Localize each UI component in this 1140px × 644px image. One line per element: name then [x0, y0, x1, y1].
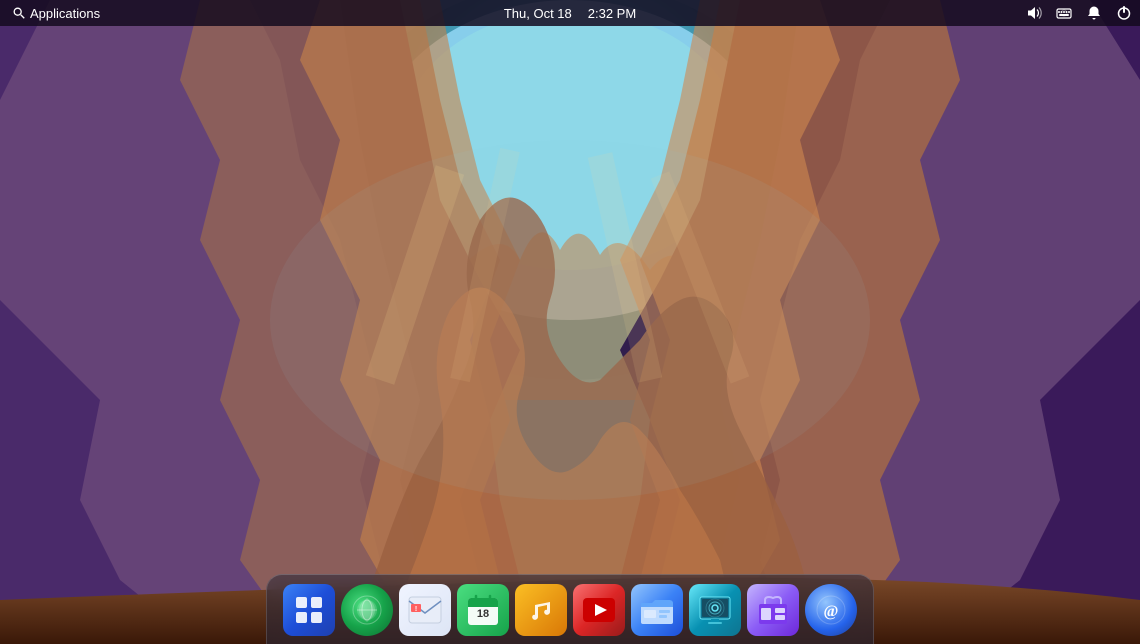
dock-item-remote[interactable]: [689, 584, 741, 636]
email2-icon: @: [815, 594, 847, 626]
date-display: Thu, Oct 18: [504, 6, 572, 21]
dock-item-calendar[interactable]: 18: [457, 584, 509, 636]
applications-button[interactable]: Applications: [8, 4, 104, 23]
dock-item-email2[interactable]: @: [805, 584, 857, 636]
power-button[interactable]: [1116, 5, 1132, 21]
svg-text:18: 18: [477, 608, 489, 620]
search-icon: [12, 6, 26, 20]
svg-text:!: !: [415, 606, 417, 613]
wallpaper: [0, 0, 1140, 644]
panel-right: [1026, 5, 1132, 21]
panel-center: Thu, Oct 18 2:32 PM: [504, 6, 636, 21]
svg-text:@: @: [824, 603, 839, 620]
files-icon: [640, 595, 674, 625]
dock: ! 18: [266, 574, 874, 644]
remote-icon: [698, 595, 732, 625]
keyboard-button[interactable]: [1056, 5, 1072, 21]
dock-item-store[interactable]: [747, 584, 799, 636]
dock-item-video[interactable]: [573, 584, 625, 636]
app-grid-icon: [294, 595, 324, 625]
browser-icon: [349, 592, 385, 628]
dock-item-app-grid[interactable]: [283, 584, 335, 636]
panel-left: Applications: [8, 4, 104, 23]
video-icon: [582, 597, 616, 623]
top-panel: Applications Thu, Oct 18 2:32 PM: [0, 0, 1140, 26]
dock-item-mail[interactable]: !: [399, 584, 451, 636]
store-icon: [757, 594, 789, 626]
applications-label: Applications: [30, 6, 100, 21]
time-display: 2:32 PM: [588, 6, 636, 21]
mail-icon: !: [408, 596, 442, 624]
power-icon: [1116, 5, 1132, 21]
keyboard-icon: [1056, 5, 1072, 21]
volume-icon: [1026, 5, 1042, 21]
bell-icon: [1086, 5, 1102, 21]
calendar-icon: 18: [466, 593, 500, 627]
dock-item-music[interactable]: [515, 584, 567, 636]
dock-item-browser[interactable]: [341, 584, 393, 636]
dock-item-files[interactable]: [631, 584, 683, 636]
notifications-button[interactable]: [1086, 5, 1102, 21]
desktop: [0, 0, 1140, 644]
volume-button[interactable]: [1026, 5, 1042, 21]
music-icon: [526, 595, 556, 625]
